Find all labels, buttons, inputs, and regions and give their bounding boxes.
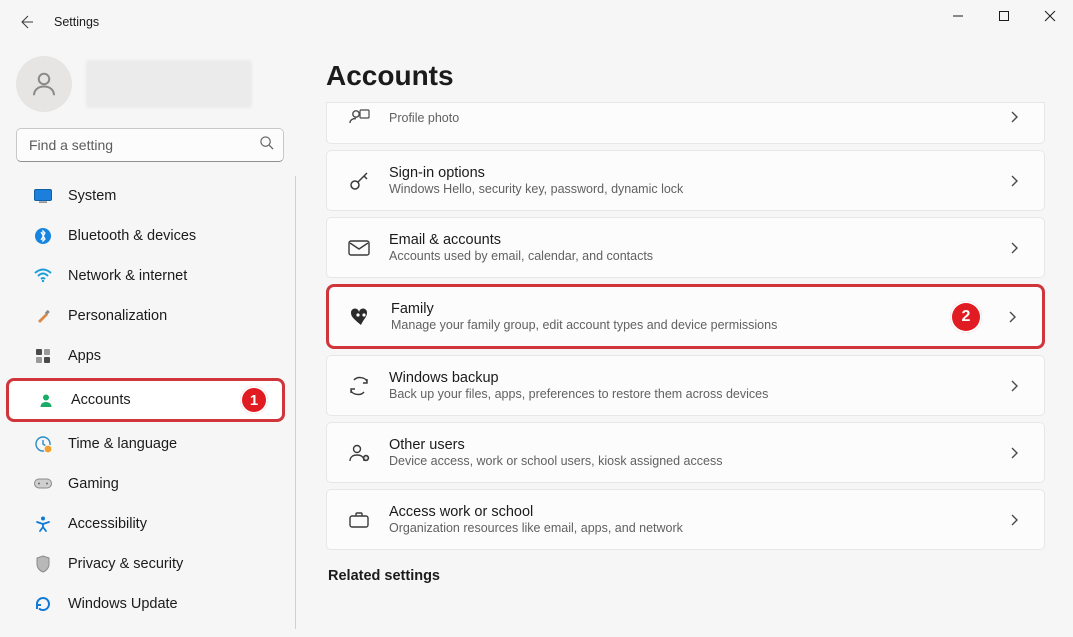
display-icon	[34, 187, 52, 205]
close-button[interactable]	[1027, 0, 1073, 32]
card-access-work-school[interactable]: Access work or school Organization resou…	[326, 489, 1045, 550]
shield-icon	[34, 555, 52, 573]
family-heart-icon	[349, 305, 373, 329]
annotation-badge-1: 1	[240, 386, 268, 414]
clock-globe-icon	[34, 435, 52, 453]
accounts-icon	[37, 391, 55, 409]
chevron-right-icon	[1006, 111, 1024, 123]
card-subtitle: Profile photo	[389, 111, 988, 125]
card-your-info[interactable]: Profile photo	[326, 102, 1045, 144]
chevron-right-icon	[1006, 514, 1024, 526]
window-title: Settings	[54, 15, 99, 29]
update-icon	[34, 595, 52, 613]
chevron-right-icon	[1006, 447, 1024, 459]
card-subtitle: Organization resources like email, apps,…	[389, 521, 988, 535]
card-subtitle: Accounts used by email, calendar, and co…	[389, 249, 988, 263]
card-email-accounts[interactable]: Email & accounts Accounts used by email,…	[326, 217, 1045, 278]
card-title: Other users	[389, 437, 988, 453]
chevron-right-icon	[1006, 242, 1024, 254]
accessibility-icon	[34, 515, 52, 533]
card-title: Email & accounts	[389, 232, 988, 248]
search-input[interactable]	[16, 128, 284, 162]
sidebar-item-accessibility[interactable]: Accessibility	[6, 504, 285, 544]
profile-name-redacted	[86, 60, 252, 108]
card-subtitle: Manage your family group, edit account t…	[391, 318, 986, 332]
profile-block[interactable]	[0, 56, 300, 128]
apps-icon	[34, 347, 52, 365]
card-subtitle: Device access, work or school users, kio…	[389, 454, 988, 468]
chevron-right-icon	[1006, 380, 1024, 392]
sidebar-item-time-language[interactable]: Time & language	[6, 424, 285, 464]
card-sign-in-options[interactable]: Sign-in options Windows Hello, security …	[326, 150, 1045, 211]
sidebar-item-gaming[interactable]: Gaming	[6, 464, 285, 504]
key-icon	[347, 169, 371, 193]
chevron-right-icon	[1006, 175, 1024, 187]
person-icon	[29, 69, 59, 99]
back-button[interactable]	[12, 8, 40, 36]
card-title: Access work or school	[389, 504, 988, 520]
page-title: Accounts	[326, 60, 1045, 92]
nav-list: System Bluetooth & devices Network & int…	[0, 176, 296, 629]
sidebar-item-label: Accessibility	[68, 516, 147, 532]
card-windows-backup[interactable]: Windows backup Back up your files, apps,…	[326, 355, 1045, 416]
related-settings-heading: Related settings	[328, 568, 1045, 584]
sidebar-item-label: Accounts	[71, 392, 131, 408]
sidebar-item-bluetooth[interactable]: Bluetooth & devices	[6, 216, 285, 256]
card-other-users[interactable]: Other users Device access, work or schoo…	[326, 422, 1045, 483]
sidebar-item-apps[interactable]: Apps	[6, 336, 285, 376]
sidebar-item-label: Privacy & security	[68, 556, 183, 572]
bluetooth-icon	[34, 227, 52, 245]
title-bar: Settings	[0, 0, 1073, 44]
sidebar-item-personalization[interactable]: Personalization	[6, 296, 285, 336]
window-controls	[935, 0, 1073, 32]
sidebar-item-label: System	[68, 188, 116, 204]
wifi-icon	[34, 267, 52, 285]
sidebar-item-network[interactable]: Network & internet	[6, 256, 285, 296]
sidebar-item-system[interactable]: System	[6, 176, 285, 216]
sidebar-item-privacy[interactable]: Privacy & security	[6, 544, 285, 584]
sidebar-item-label: Apps	[68, 348, 101, 364]
sidebar-item-label: Gaming	[68, 476, 119, 492]
card-title: Sign-in options	[389, 165, 988, 181]
sidebar-item-label: Bluetooth & devices	[68, 228, 196, 244]
card-subtitle: Windows Hello, security key, password, d…	[389, 182, 988, 196]
main-content: Accounts Profile photo Sign-in options W…	[300, 44, 1073, 637]
card-family[interactable]: Family Manage your family group, edit ac…	[326, 284, 1045, 349]
sidebar-item-label: Time & language	[68, 436, 177, 452]
sidebar-item-label: Network & internet	[68, 268, 187, 284]
maximize-icon	[999, 11, 1009, 21]
briefcase-icon	[347, 508, 371, 532]
gamepad-icon	[34, 475, 52, 493]
sidebar-item-label: Windows Update	[68, 596, 178, 612]
profile-photo-icon	[347, 105, 371, 129]
add-user-icon	[347, 441, 371, 465]
search-box[interactable]	[16, 128, 284, 162]
maximize-button[interactable]	[981, 0, 1027, 32]
minimize-button[interactable]	[935, 0, 981, 32]
sidebar-item-accounts[interactable]: Accounts 1	[6, 378, 285, 422]
annotation-badge-2: 2	[950, 301, 982, 333]
backup-sync-icon	[347, 374, 371, 398]
card-title: Windows backup	[389, 370, 988, 386]
chevron-right-icon	[1004, 311, 1022, 323]
minimize-icon	[953, 11, 963, 21]
mail-icon	[347, 236, 371, 260]
sidebar-item-windows-update[interactable]: Windows Update	[6, 584, 285, 624]
card-subtitle: Back up your files, apps, preferences to…	[389, 387, 988, 401]
sidebar-item-label: Personalization	[68, 308, 167, 324]
paintbrush-icon	[34, 307, 52, 325]
arrow-left-icon	[18, 14, 34, 30]
card-title: Family	[391, 301, 986, 317]
avatar	[16, 56, 72, 112]
sidebar: System Bluetooth & devices Network & int…	[0, 44, 300, 637]
close-icon	[1045, 11, 1055, 21]
